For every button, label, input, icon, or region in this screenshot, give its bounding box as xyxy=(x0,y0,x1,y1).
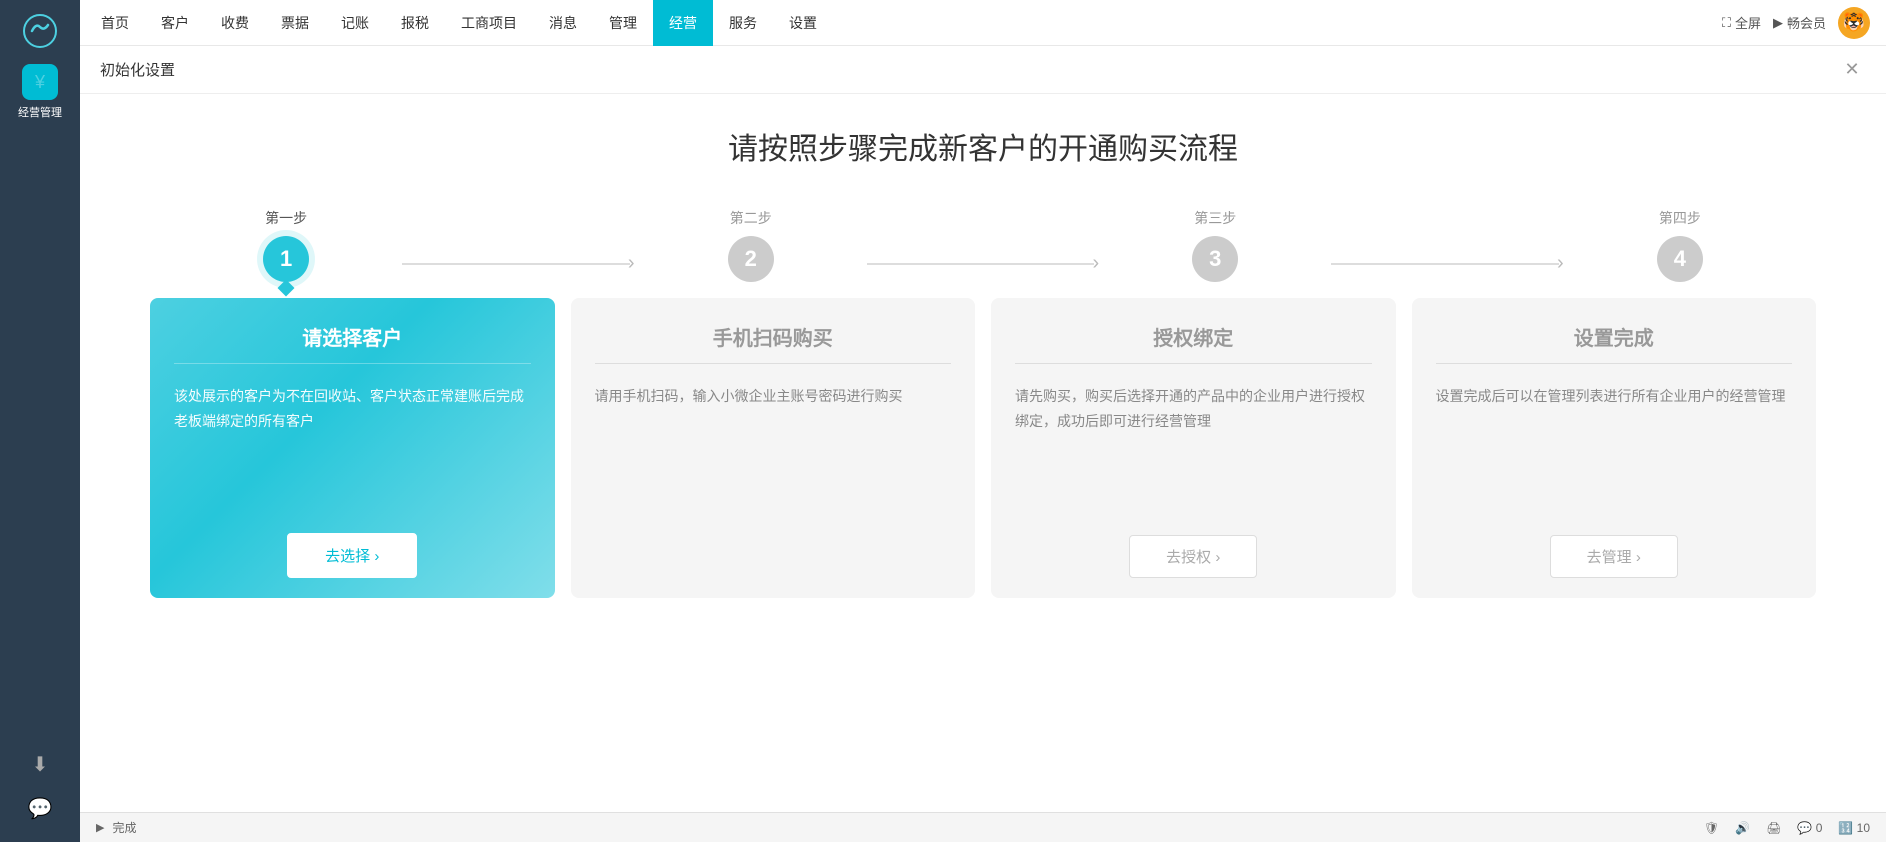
vip-btn[interactable]: ▶ 畅会员 xyxy=(1773,13,1826,32)
step1-label: 第一步 xyxy=(265,208,307,228)
shield-icon: 🛡 xyxy=(1704,821,1719,835)
step3-circle: 3 xyxy=(1192,236,1238,282)
step2-circle: 2 xyxy=(728,236,774,282)
nav-right: ⛶ 全屏 ▶ 畅会员 🐯 xyxy=(1722,7,1886,39)
chat-icon[interactable]: 💬 xyxy=(22,790,58,826)
vip-icon: ▶ xyxy=(1773,15,1783,31)
nav-settings[interactable]: 设置 xyxy=(773,0,833,46)
step4-card-title: 设置完成 xyxy=(1436,322,1793,364)
step3-card-title: 授权绑定 xyxy=(1015,322,1372,364)
step3-card-desc: 请先购买，购买后选择开通的产品中的企业用户进行授权绑定，成功后即可进行经营管理 xyxy=(1015,384,1372,505)
status-label: 完成 xyxy=(112,819,136,836)
step4-card: 设置完成 设置完成后可以在管理列表进行所有企业用户的经营管理 去管理 › xyxy=(1412,298,1817,598)
step1-card-desc: 该处展示的客户为不在回收站、客户状态正常建账后完成老板端绑定的所有客户 xyxy=(174,384,531,503)
fullscreen-btn[interactable]: ⛶ 全屏 xyxy=(1722,13,1761,32)
nav-fees[interactable]: 收费 xyxy=(205,0,265,46)
step1-btn-area: 去选择 › xyxy=(174,533,531,578)
step4-header: 第四步 4 xyxy=(1564,208,1796,282)
step1-card-title: 请选择客户 xyxy=(174,322,531,364)
download-icon[interactable]: ⬇ xyxy=(22,746,58,782)
status-bar: ▶ 完成 🛡 🔊 🖨 💬 0 🔢 10 xyxy=(80,812,1886,842)
content-header: 初始化设置 ✕ xyxy=(80,46,1886,94)
fullscreen-icon: ⛶ xyxy=(1722,15,1731,31)
nav-bills[interactable]: 票据 xyxy=(265,0,325,46)
step3-header: 第三步 3 xyxy=(1099,208,1331,282)
cards-row: 请选择客户 该处展示的客户为不在回收站、客户状态正常建账后完成老板端绑定的所有客… xyxy=(140,298,1826,598)
step1-circle: 1 xyxy=(263,236,309,282)
main-title: 请按照步骤完成新客户的开通购买流程 xyxy=(140,124,1826,168)
step4-btn-area: 去管理 › xyxy=(1436,535,1793,578)
step3-card: 授权绑定 请先购买，购买后选择开通的产品中的企业用户进行授权绑定，成功后即可进行… xyxy=(991,298,1396,598)
step2-label: 第二步 xyxy=(730,208,772,228)
nav-home[interactable]: 首页 xyxy=(85,0,145,46)
message-icon: 💬 0 xyxy=(1797,821,1822,835)
sidebar-item-management[interactable]: ¥ 经营管理 xyxy=(0,54,80,130)
step2-header: 第二步 2 xyxy=(635,208,867,282)
step2-card-desc: 请用手机扫码，输入小微企业主账号密码进行购买 xyxy=(595,384,952,548)
step3-btn-area: 去授权 › xyxy=(1015,535,1372,578)
nav-message[interactable]: 消息 xyxy=(533,0,593,46)
status-play-icon: ▶ xyxy=(96,821,104,834)
step2-card-title: 手机扫码购买 xyxy=(595,322,952,364)
main-area: 初始化设置 ✕ 请按照步骤完成新客户的开通购买流程 第一步 1 › xyxy=(80,46,1886,842)
step2-card: 手机扫码购买 请用手机扫码，输入小微企业主账号密码进行购买 xyxy=(571,298,976,598)
sidebar: ¥ 经营管理 ⬇ 💬 xyxy=(0,0,80,842)
step1-header: 第一步 1 xyxy=(170,208,402,282)
step3-label: 第三步 xyxy=(1194,208,1236,228)
nav-business[interactable]: 工商项目 xyxy=(445,0,533,46)
page-title: 初始化设置 xyxy=(100,59,175,80)
nav-tax[interactable]: 报税 xyxy=(385,0,445,46)
content-body: 请按照步骤完成新客户的开通购买流程 第一步 1 › 第二步 xyxy=(80,94,1886,628)
step4-action-button[interactable]: 去管理 › xyxy=(1550,535,1678,578)
step1-card: 请选择客户 该处展示的客户为不在回收站、客户状态正常建账后完成老板端绑定的所有客… xyxy=(150,298,555,598)
step4-card-desc: 设置完成后可以在管理列表进行所有企业用户的经营管理 xyxy=(1436,384,1793,505)
number-icon: 🔢 10 xyxy=(1838,821,1870,835)
nav-service[interactable]: 服务 xyxy=(713,0,773,46)
top-nav: 首页 客户 收费 票据 记账 报税 工商项目 消息 管理 经营 服务 设置 ⛶ … xyxy=(0,0,1886,46)
nav-client[interactable]: 客户 xyxy=(145,0,205,46)
connector-2-3: › xyxy=(867,208,1099,275)
sidebar-bottom: ⬇ 💬 xyxy=(0,746,80,842)
sidebar-logo xyxy=(15,8,65,54)
step3-action-button[interactable]: 去授权 › xyxy=(1129,535,1257,578)
step4-label: 第四步 xyxy=(1659,208,1701,228)
step4-circle: 4 xyxy=(1657,236,1703,282)
user-avatar[interactable]: 🐯 xyxy=(1838,7,1870,39)
step1-action-button[interactable]: 去选择 › xyxy=(287,533,417,578)
nav-operation[interactable]: 经营 xyxy=(653,0,713,46)
close-button[interactable]: ✕ xyxy=(1838,56,1866,84)
status-right-icons: 🛡 🔊 🖨 💬 0 🔢 10 xyxy=(1704,821,1870,835)
volume-icon: 🔊 xyxy=(1735,821,1750,835)
connector-1-2: › xyxy=(402,208,634,275)
nav-manage[interactable]: 管理 xyxy=(593,0,653,46)
print-icon: 🖨 xyxy=(1766,821,1781,835)
nav-accounting[interactable]: 记账 xyxy=(325,0,385,46)
connector-3-4: › xyxy=(1331,208,1563,275)
management-icon: ¥ xyxy=(22,64,58,100)
